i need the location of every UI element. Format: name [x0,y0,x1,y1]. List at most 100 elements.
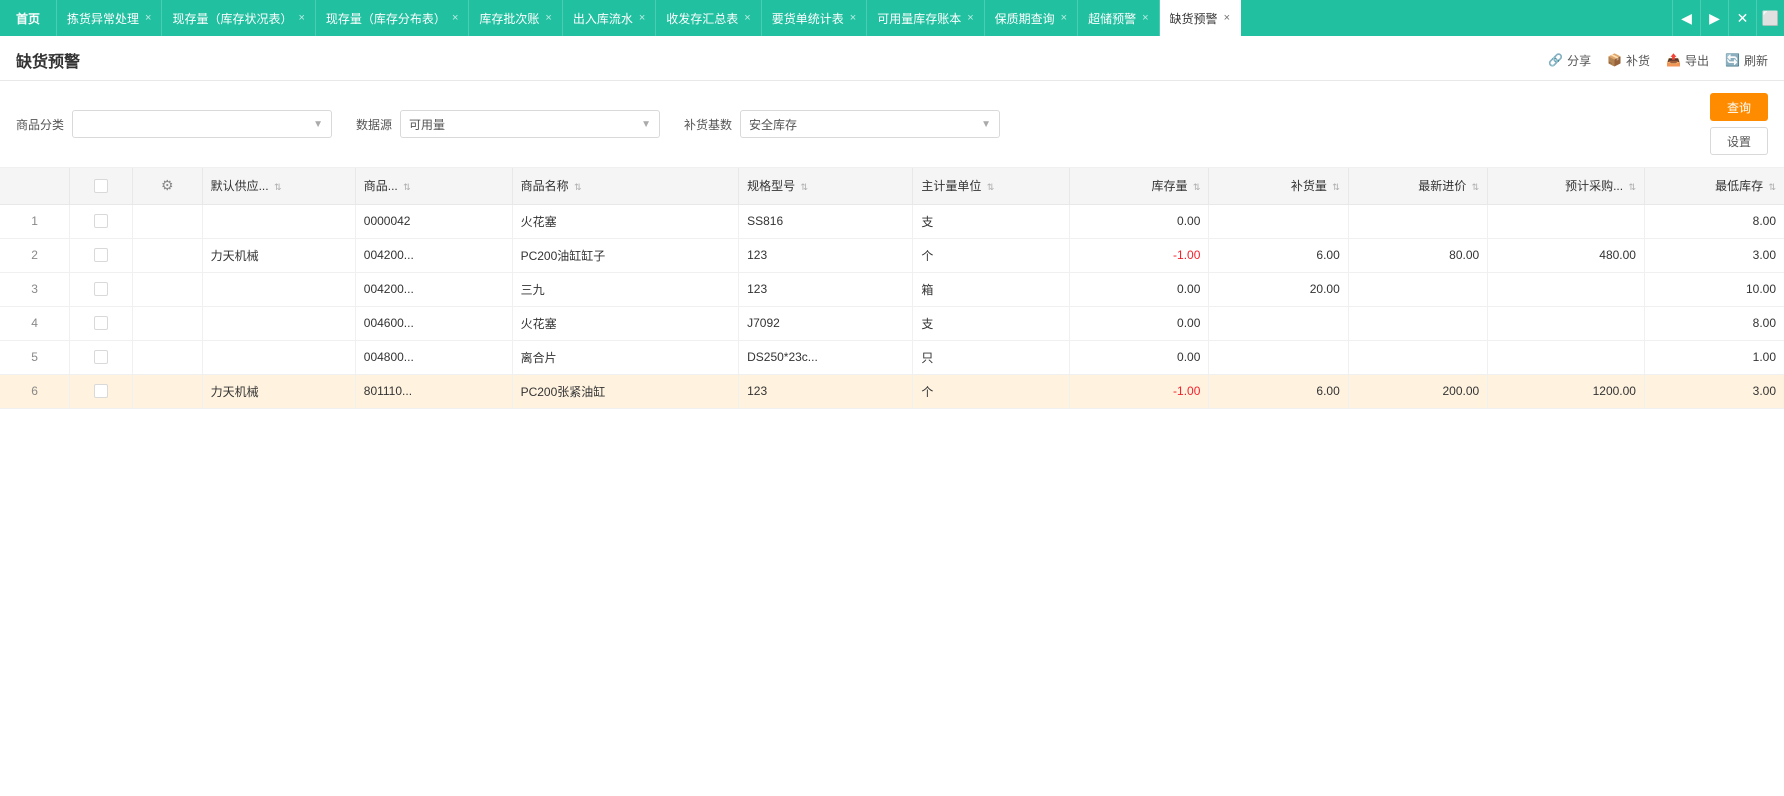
cell-name-1: PC200油缸缸子 [512,238,739,272]
cell-estimate-4 [1488,340,1645,374]
tab-label-inout-flow: 出入库流水 [573,10,633,27]
cell-unit-4: 只 [913,340,1070,374]
tab-expiry-query[interactable]: 保质期查询 × [985,0,1078,36]
col-header-supplier: 默认供应... ⇅ [202,168,355,204]
tab-close-shortage-warning[interactable]: × [1224,12,1230,24]
export-icon: 📤 [1666,53,1681,67]
cell-latest-price-0 [1348,204,1487,238]
replenish-button[interactable]: 📦 补货 [1607,52,1650,69]
cell-estimate-2 [1488,272,1645,306]
cell-settings-0 [132,204,202,238]
cell-replenish-5: 6.00 [1209,374,1348,408]
query-button[interactable]: 查询 [1710,93,1768,121]
table-row: 6 力天机械 801110... PC200张紧油缸 123 个 -1.00 6… [0,374,1784,408]
cell-replenish-2: 20.00 [1209,272,1348,306]
tab-inout-flow[interactable]: 出入库流水 × [563,0,656,36]
category-select[interactable]: ▼ [72,110,332,138]
filter-actions: 查询 设置 [1710,93,1768,155]
row-checkbox-5[interactable] [94,384,108,398]
replenish-base-value: 安全库存 [749,116,797,133]
sort-spec-icon[interactable]: ⇅ [800,182,808,192]
datasource-select[interactable]: 可用量 ▼ [400,110,660,138]
col-header-code: 商品... ⇅ [355,168,512,204]
tab-requisition-stat[interactable]: 要货单统计表× [762,0,867,36]
row-checkbox-0[interactable] [94,214,108,228]
tab-label-exception: 拣货异常处理 [67,10,139,27]
sort-name-icon[interactable]: ⇅ [574,182,582,192]
cell-latest-price-5: 200.00 [1348,374,1487,408]
cell-stock-2: 0.00 [1070,272,1209,306]
tab-close-collection-summary[interactable]: × [744,12,750,24]
sort-code-icon[interactable]: ⇅ [403,182,411,192]
share-icon: 🔗 [1548,53,1563,67]
table-row: 2 力天机械 004200... PC200油缸缸子 123 个 -1.00 6… [0,238,1784,272]
tab-close-expiry-query[interactable]: × [1061,12,1067,24]
cell-checkbox-4 [70,340,133,374]
category-dropdown-icon: ▼ [313,119,323,130]
cell-spec-2: 123 [739,272,913,306]
sort-replenish-icon[interactable]: ⇅ [1332,182,1340,192]
replenish-base-select[interactable]: 安全库存 ▼ [740,110,1000,138]
table-row: 4 004600... 火花塞 J7092 支 0.00 8.00 [0,306,1784,340]
select-all-checkbox[interactable] [94,179,108,193]
tab-available-ledger[interactable]: 可用量库存账本× [867,0,984,36]
tab-shortage-warning[interactable]: 缺货预警× [1160,0,1241,36]
table-header-row: ⚙ 默认供应... ⇅ 商品... ⇅ 商品名称 ⇅ 规 [0,168,1784,204]
header-actions: 🔗 分享 📦 补货 📤 导出 🔄 刷新 [1548,52,1768,69]
tab-next-button[interactable]: ▶ [1700,0,1728,36]
sort-unit-icon[interactable]: ⇅ [987,182,995,192]
tab-inventory-dist[interactable]: 现存量（库存分布表） × [316,0,469,36]
row-checkbox-1[interactable] [94,248,108,262]
cell-supplier-5: 力天机械 [202,374,355,408]
cell-estimate-3 [1488,306,1645,340]
tab-close-requisition-stat[interactable]: × [850,12,856,24]
refresh-button[interactable]: 🔄 刷新 [1725,52,1768,69]
tab-close-available-ledger[interactable]: × [967,12,973,24]
tab-close-exception[interactable]: × [145,12,151,24]
sort-latest-price-icon[interactable]: ⇅ [1472,182,1480,192]
tab-collection-summary[interactable]: 收发存汇总表× [656,0,761,36]
tab-close-inventory-status[interactable]: × [298,12,304,24]
cell-unit-2: 箱 [913,272,1070,306]
tab-expand-button[interactable]: ⬜ [1756,0,1784,36]
row-checkbox-2[interactable] [94,282,108,296]
cell-name-3: 火花塞 [512,306,739,340]
tab-close-inventory-dist[interactable]: × [452,12,458,24]
share-button[interactable]: 🔗 分享 [1548,52,1591,69]
tab-exception[interactable]: 拣货异常处理 × [57,0,162,36]
tab-inventory-status[interactable]: 现存量（库存状况表）× [162,0,315,36]
cell-unit-1: 个 [913,238,1070,272]
tab-label-inventory-dist: 现存量（库存分布表） [326,10,446,27]
cell-index-3: 4 [0,306,70,340]
export-button[interactable]: 📤 导出 [1666,52,1709,69]
sort-min-stock-icon[interactable]: ⇅ [1768,182,1776,192]
row-checkbox-4[interactable] [94,350,108,364]
row-checkbox-3[interactable] [94,316,108,330]
tab-close-all-button[interactable]: ✕ [1728,0,1756,36]
tab-batch-account[interactable]: 库存批次账× [469,0,562,36]
datasource-select-value: 可用量 [409,116,445,133]
tab-close-overstock-warning[interactable]: × [1142,12,1148,24]
settings-button[interactable]: 设置 [1710,127,1768,155]
filter-bar: 商品分类 ▼ 数据源 可用量 ▼ 补货基数 安全库存 ▼ 查询 设置 [0,81,1784,168]
sort-stock-icon[interactable]: ⇅ [1193,182,1201,192]
tab-close-batch-account[interactable]: × [545,12,551,24]
tab-overstock-warning[interactable]: 超储预警× [1078,0,1159,36]
sort-estimate-icon[interactable]: ⇅ [1628,182,1636,192]
table-row: 5 004800... 离合片 DS250*23c... 只 0.00 1.00 [0,340,1784,374]
tab-bar: 首页拣货异常处理×现存量（库存状况表）×现存量（库存分布表）×库存批次账×出入库… [0,0,1784,36]
col-header-latest-price: 最新进价 ⇅ [1348,168,1487,204]
column-settings-icon[interactable]: ⚙ [161,177,174,193]
sort-supplier-icon[interactable]: ⇅ [274,182,282,192]
tab-prev-button[interactable]: ◀ [1672,0,1700,36]
cell-supplier-3 [202,306,355,340]
replenish-base-dropdown-icon: ▼ [981,119,991,130]
cell-settings-4 [132,340,202,374]
col-header-estimate: 预计采购... ⇅ [1488,168,1645,204]
tab-label-expiry-query: 保质期查询 [995,10,1055,27]
tab-home[interactable]: 首页 [0,0,57,36]
cell-unit-3: 支 [913,306,1070,340]
tab-close-inout-flow[interactable]: × [639,12,645,24]
cell-latest-price-3 [1348,306,1487,340]
cell-settings-5 [132,374,202,408]
